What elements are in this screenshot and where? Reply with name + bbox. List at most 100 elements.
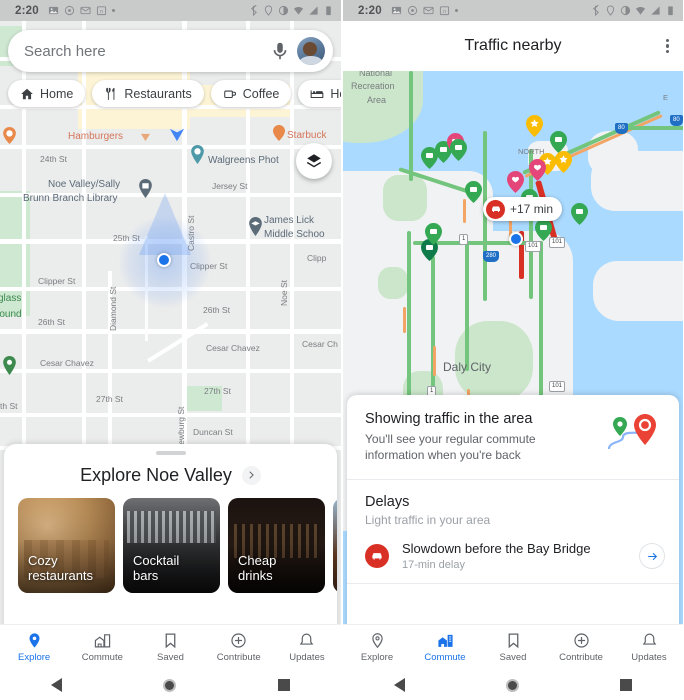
nav-label: Updates — [631, 652, 667, 663]
street-label: 26th St — [203, 305, 230, 315]
card-label-line1: Cocktail — [133, 552, 180, 568]
delays-block: Delays Light traffic in your area — [347, 480, 679, 531]
explore-card[interactable]: Cozy restaurants — [18, 497, 115, 593]
nav-explore[interactable]: Explore — [343, 632, 411, 663]
place-label: National — [359, 71, 393, 78]
battery-icon — [668, 6, 673, 16]
current-location-dot — [157, 253, 171, 267]
delay-title: Slowdown before the Bay Bridge — [402, 541, 591, 556]
street-label: 26th St — [38, 317, 65, 327]
poi-label: Noe Valley/Sally — [48, 179, 121, 190]
status-time: 2:20 — [15, 4, 39, 17]
map-pin-place[interactable] — [450, 139, 467, 161]
map-pin-place[interactable] — [465, 181, 482, 203]
traffic-summary-title: Showing traffic in the area — [365, 411, 533, 427]
android-system-nav-left — [0, 670, 341, 700]
hotel-icon — [311, 90, 324, 98]
street-label: Cesar Ch — [302, 339, 338, 349]
street-label: Noe St — [279, 280, 289, 306]
nav-updates[interactable]: Updates — [615, 632, 683, 663]
location-service-icon — [606, 5, 615, 16]
walgreens-pin-icon — [191, 145, 204, 164]
map-pin-place[interactable] — [571, 203, 588, 225]
nav-label: Commute — [424, 652, 466, 663]
page-title: Explore Noe Valley — [80, 464, 232, 485]
arrow-right-icon[interactable] — [639, 543, 665, 569]
status-notification-icons: n — [48, 5, 115, 16]
map-pin-starred[interactable] — [555, 151, 572, 173]
nav-label: Commute — [81, 652, 123, 663]
street-label: 24th St — [40, 154, 67, 164]
chevron-right-icon[interactable] — [241, 465, 261, 485]
nav-label: Contribute — [559, 652, 603, 663]
map-pin-starred[interactable] — [526, 115, 543, 137]
route-pins-illustration — [607, 414, 656, 450]
recents-button[interactable] — [620, 679, 633, 691]
calendar-icon: n — [439, 6, 449, 16]
location-icon — [407, 5, 417, 16]
home-button[interactable] — [505, 678, 519, 692]
nav-saved[interactable]: Saved — [136, 632, 204, 663]
school-pin-icon — [249, 217, 262, 236]
chip-label: Coffee — [242, 86, 280, 101]
map-pin-place[interactable] — [425, 223, 442, 245]
search-bar[interactable]: Search here — [8, 30, 333, 72]
back-button[interactable] — [393, 678, 405, 692]
traffic-info-sheet: Showing traffic in the area You'll see y… — [347, 395, 679, 648]
traffic-summary-subtitle: You'll see your regular commute informat… — [365, 432, 536, 462]
place-label: Daly City — [443, 360, 492, 374]
place-label: Recreation — [351, 81, 395, 91]
home-button[interactable] — [163, 678, 177, 692]
chip-hotels[interactable]: Hotels — [298, 80, 341, 107]
chip-label: Hotels — [330, 86, 341, 101]
map-pin-place[interactable] — [550, 131, 567, 153]
delay-list-item[interactable]: Slowdown before the Bay Bridge 17-min de… — [347, 531, 679, 583]
nav-contribute[interactable]: Contribute — [205, 632, 273, 663]
bell-icon — [642, 633, 656, 645]
car-delay-icon — [486, 199, 505, 219]
map-pin-place[interactable] — [535, 219, 552, 241]
nav-explore[interactable]: Explore — [0, 632, 68, 663]
nav-saved[interactable]: Saved — [479, 632, 547, 663]
chip-home[interactable]: Home — [8, 80, 86, 107]
traffic-delay-icon — [365, 544, 389, 568]
status-time: 2:20 — [358, 4, 382, 17]
layers-button[interactable] — [296, 143, 332, 179]
card-label-line2: bars — [133, 567, 159, 583]
route-shield: 101 — [549, 381, 566, 392]
bottom-navigation-left: Explore Commute Saved Contribute Updates — [0, 624, 341, 670]
nav-commute[interactable]: Commute — [68, 632, 136, 663]
recents-button[interactable] — [278, 679, 291, 691]
map-pin-heart[interactable] — [529, 159, 546, 181]
street-label: Clipper St — [38, 276, 76, 286]
place-label: Area — [367, 95, 387, 105]
sheet-grabber[interactable] — [155, 451, 186, 455]
nav-contribute[interactable]: Contribute — [547, 632, 615, 663]
poi-label: Walgreens Phot — [208, 155, 279, 166]
search-input[interactable]: Search here — [24, 43, 269, 60]
overflow-menu-icon[interactable] — [665, 38, 669, 54]
explore-card[interactable]: Cocktail bars — [123, 497, 220, 593]
avatar[interactable] — [297, 37, 325, 65]
bookmark-icon — [508, 633, 518, 649]
poi-label: Hamburgers — [68, 131, 124, 142]
street-label: Duncan St — [193, 427, 233, 437]
chip-coffee[interactable]: Coffee — [210, 80, 292, 107]
delays-subtitle: Light traffic in your area — [365, 513, 491, 527]
android-system-nav-right — [343, 670, 683, 700]
nav-updates[interactable]: Updates — [273, 632, 341, 663]
street-label: 27th St — [204, 386, 231, 396]
route-shield: 280 — [483, 251, 500, 262]
poi-label: James Lick — [264, 215, 315, 226]
card-label-line2: restaurants — [28, 567, 94, 583]
explore-card-partial[interactable] — [333, 497, 337, 593]
mic-icon[interactable] — [269, 40, 291, 62]
traffic-delay-pill[interactable]: +17 min — [483, 197, 563, 221]
explore-bottom-sheet[interactable]: Explore Noe Valley Cozy restaurants Cock… — [4, 444, 337, 648]
back-button[interactable] — [50, 678, 62, 692]
delay-subtitle: 17-min delay — [402, 559, 465, 571]
explore-card[interactable]: Cheap drinks — [228, 497, 325, 593]
street-label: Diamond St — [108, 286, 118, 331]
nav-commute[interactable]: Commute — [411, 632, 479, 663]
chip-restaurants[interactable]: Restaurants — [92, 80, 204, 107]
